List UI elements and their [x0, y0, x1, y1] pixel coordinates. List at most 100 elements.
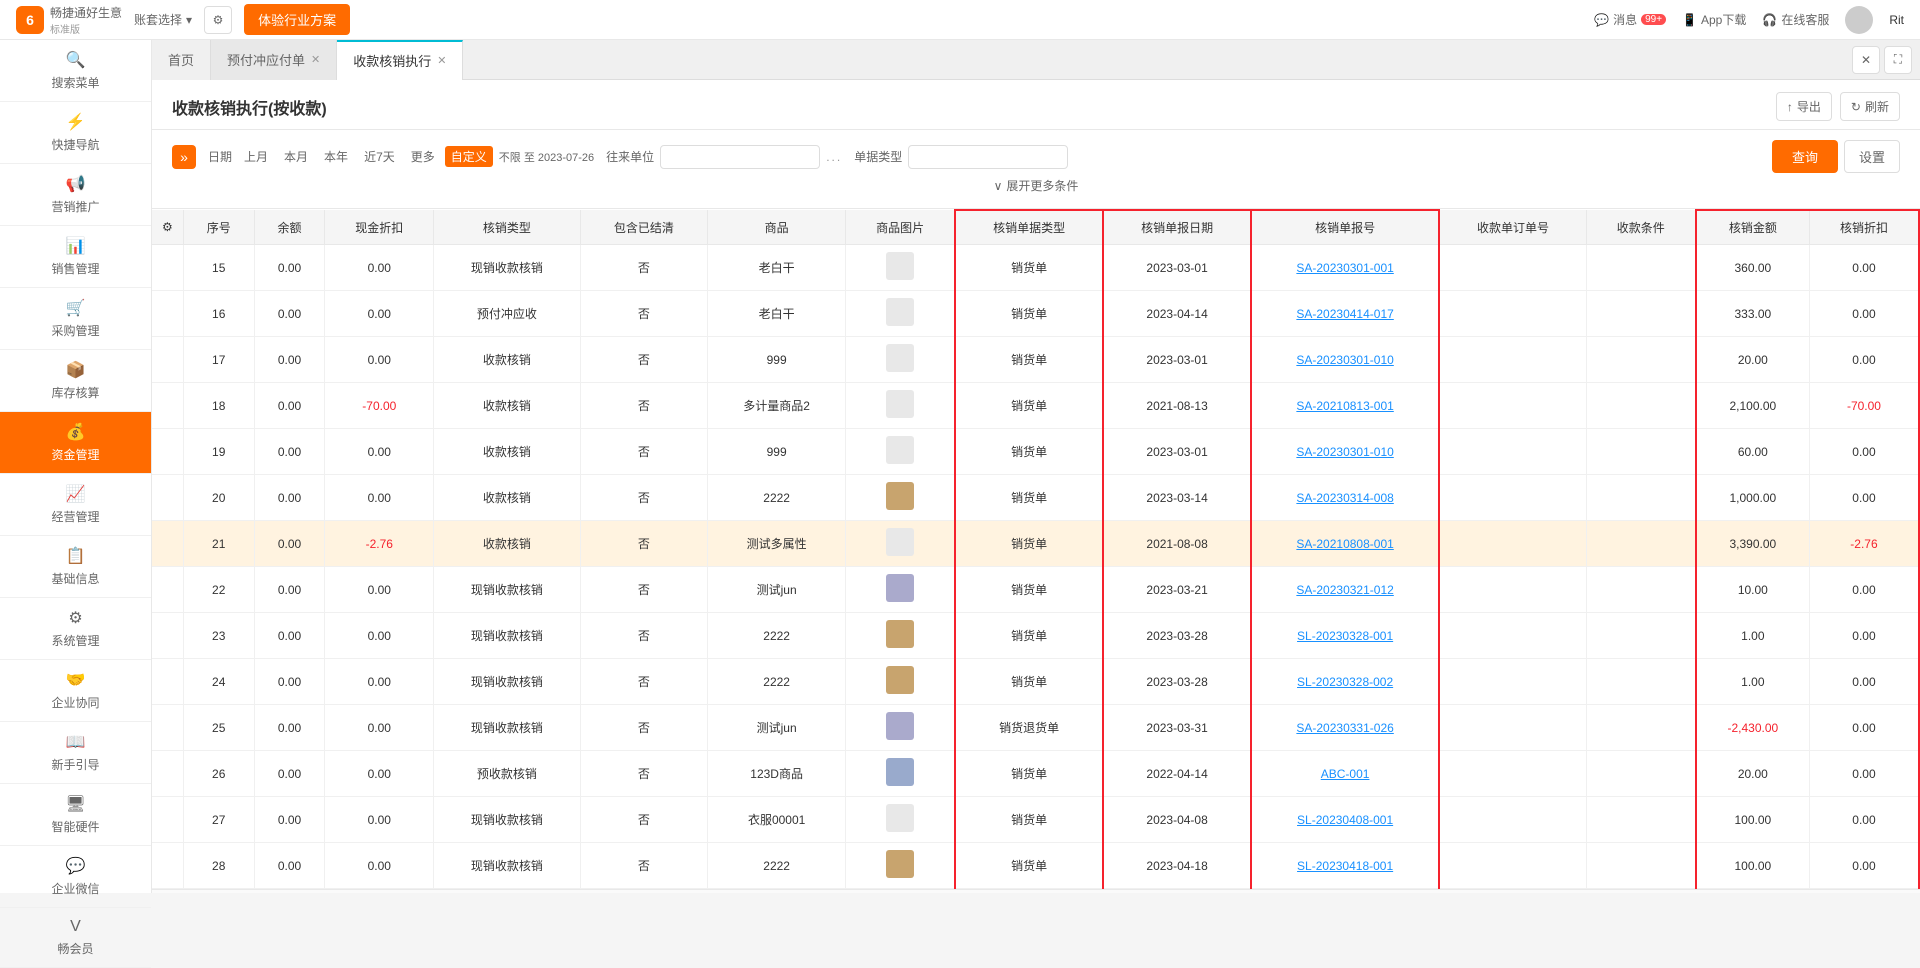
sidebar-item-search[interactable]: 🔍 搜索菜单 — [0, 40, 151, 102]
cell-goods-img — [846, 429, 955, 475]
user-avatar[interactable] — [1845, 6, 1873, 34]
cell-receipt-order-no — [1439, 245, 1586, 291]
cell-verify-type: 现销收款核销 — [434, 245, 580, 291]
cell-verify-amount: 20.00 — [1696, 337, 1810, 383]
cell-settings — [152, 705, 183, 751]
sidebar-item-guide[interactable]: 📖 新手引导 — [0, 722, 151, 784]
bill-type-filter: 单据类型 — [854, 145, 1068, 169]
date-this-month[interactable]: 本月 — [278, 146, 314, 167]
industry-solution-button[interactable]: 体验行业方案 — [244, 4, 350, 35]
cell-num: 17 — [183, 337, 254, 383]
sidebar-item-management[interactable]: 📈 经营管理 — [0, 474, 151, 536]
online-service-button[interactable]: 🎧 在线客服 — [1762, 11, 1829, 28]
cell-included-settled: 否 — [580, 659, 708, 705]
cell-verify-amount: 10.00 — [1696, 567, 1810, 613]
table-row: 24 0.00 0.00 现销收款核销 否 2222 销货单 2023-03-2… — [152, 659, 1919, 705]
cell-num: 18 — [183, 383, 254, 429]
cell-bill-date: 2023-03-01 — [1103, 429, 1251, 475]
filter-expand-button[interactable]: » — [172, 145, 196, 169]
cell-num: 28 — [183, 843, 254, 889]
cell-balance: 0.00 — [254, 613, 325, 659]
page-header: 收款核销执行(按收款) ↑ 导出 ↻ 刷新 — [152, 80, 1920, 130]
tab-prepay-close-icon[interactable]: ✕ — [311, 53, 320, 66]
cell-bill-report-type: 销货单 — [955, 659, 1103, 705]
sidebar-item-purchase[interactable]: 🛒 采购管理 — [0, 288, 151, 350]
date-custom-btn[interactable]: 自定义 — [445, 146, 493, 167]
cell-verify-type: 现销收款核销 — [434, 613, 580, 659]
cell-num: 15 — [183, 245, 254, 291]
cell-included-settled: 否 — [580, 475, 708, 521]
cell-verify-discount: 0.00 — [1809, 705, 1919, 751]
sidebar-item-finance[interactable]: 💰 资金管理 — [0, 412, 151, 474]
expand-more-conditions[interactable]: ∨ 展开更多条件 — [172, 173, 1900, 198]
tab-expand-button[interactable]: ⛶ — [1884, 46, 1912, 74]
date-this-year[interactable]: 本年 — [318, 146, 354, 167]
cell-verify-discount: 0.00 — [1809, 245, 1919, 291]
tab-prepay[interactable]: 预付冲应付单 ✕ — [211, 40, 337, 80]
cell-settings — [152, 245, 183, 291]
sidebar-label-search: 搜索菜单 — [51, 74, 99, 91]
cell-bill-no: ABC-001 — [1251, 751, 1439, 797]
message-button[interactable]: 💬 消息 99+ — [1594, 11, 1666, 28]
cell-bill-no: SA-20210808-001 — [1251, 521, 1439, 567]
sidebar-item-wechat[interactable]: 💬 企业微信 — [0, 846, 151, 908]
refresh-button[interactable]: ↻ 刷新 — [1840, 92, 1900, 121]
app-download-label: App下载 — [1701, 11, 1746, 28]
cell-settings — [152, 521, 183, 567]
sidebar-item-inventory[interactable]: 📦 库存核算 — [0, 350, 151, 412]
app-download-button[interactable]: 📱 App下载 — [1682, 11, 1746, 28]
settings-gear-button[interactable]: ⚙ — [204, 6, 232, 34]
tab-home[interactable]: 首页 — [152, 40, 211, 80]
headset-icon: 🎧 — [1762, 13, 1777, 27]
date-more[interactable]: 更多 — [405, 146, 441, 167]
purchase-icon: 🛒 — [66, 298, 86, 318]
table-row: 21 0.00 -2.76 收款核销 否 测试多属性 销货单 2021-08-0… — [152, 521, 1919, 567]
col-balance: 余额 — [254, 210, 325, 245]
cell-bill-no: SL-20230418-001 — [1251, 843, 1439, 889]
wechat-icon: 💬 — [66, 856, 86, 876]
sidebar-item-marketing[interactable]: 📢 营销推广 — [0, 164, 151, 226]
management-icon: 📈 — [66, 484, 86, 504]
date-last-month[interactable]: 上月 — [238, 146, 274, 167]
sidebar-item-quick-nav[interactable]: ⚡ 快捷导航 — [0, 102, 151, 164]
cell-settings — [152, 613, 183, 659]
sidebar-item-member[interactable]: V 畅会员 — [0, 908, 151, 968]
tab-verify-close-icon[interactable]: ✕ — [437, 54, 446, 67]
partner-input[interactable] — [660, 145, 820, 169]
tab-close-button[interactable]: ✕ — [1852, 46, 1880, 74]
cell-settings — [152, 337, 183, 383]
cell-num: 22 — [183, 567, 254, 613]
cell-verify-discount: -2.76 — [1809, 521, 1919, 567]
cell-num: 27 — [183, 797, 254, 843]
sidebar-label-enterprise: 企业协同 — [51, 694, 99, 711]
table-header: ⚙ 序号 余额 现金折扣 核销类型 包含已结清 商品 商品图片 核销单据类型 核… — [152, 210, 1919, 245]
cell-settings — [152, 797, 183, 843]
cell-balance: 0.00 — [254, 429, 325, 475]
table-row: 20 0.00 0.00 收款核销 否 2222 销货单 2023-03-14 … — [152, 475, 1919, 521]
sidebar-item-hardware[interactable]: 🖥 智能硬件 — [0, 784, 151, 846]
cell-receipt-condition — [1586, 797, 1695, 843]
sidebar-item-sales[interactable]: 📊 销售管理 — [0, 226, 151, 288]
cell-bill-no: SL-20230328-002 — [1251, 659, 1439, 705]
bill-type-select[interactable] — [908, 145, 1068, 169]
account-dropdown[interactable]: 账套选择 ▾ — [134, 11, 192, 28]
sidebar-label-management: 经营管理 — [51, 508, 99, 525]
column-settings-button[interactable]: 设置 — [1844, 140, 1900, 173]
cell-bill-report-type: 销货单 — [955, 797, 1103, 843]
tab-verify[interactable]: 收款核销执行 ✕ — [337, 40, 463, 80]
main-layout: 🔍 搜索菜单 ⚡ 快捷导航 📢 营销推广 📊 销售管理 🛒 采购管理 📦 库存核… — [0, 40, 1920, 893]
cell-cash-discount: 0.00 — [325, 705, 434, 751]
sidebar-item-enterprise[interactable]: 🤝 企业协同 — [0, 660, 151, 722]
online-service-label: 在线客服 — [1781, 11, 1829, 28]
export-button[interactable]: ↑ 导出 — [1776, 92, 1832, 121]
query-button[interactable]: 查询 — [1772, 140, 1838, 173]
date-last-7days[interactable]: 近7天 — [358, 146, 401, 167]
header-row: ⚙ 序号 余额 现金折扣 核销类型 包含已结清 商品 商品图片 核销单据类型 核… — [152, 210, 1919, 245]
cell-verify-type: 收款核销 — [434, 475, 580, 521]
sidebar-label-wechat: 企业微信 — [51, 880, 99, 897]
cell-settings — [152, 659, 183, 705]
cell-goods: 多计量商品2 — [708, 383, 846, 429]
sidebar-item-system[interactable]: ⚙ 系统管理 — [0, 598, 151, 660]
sidebar-item-basic-info[interactable]: 📋 基础信息 — [0, 536, 151, 598]
cell-included-settled: 否 — [580, 521, 708, 567]
